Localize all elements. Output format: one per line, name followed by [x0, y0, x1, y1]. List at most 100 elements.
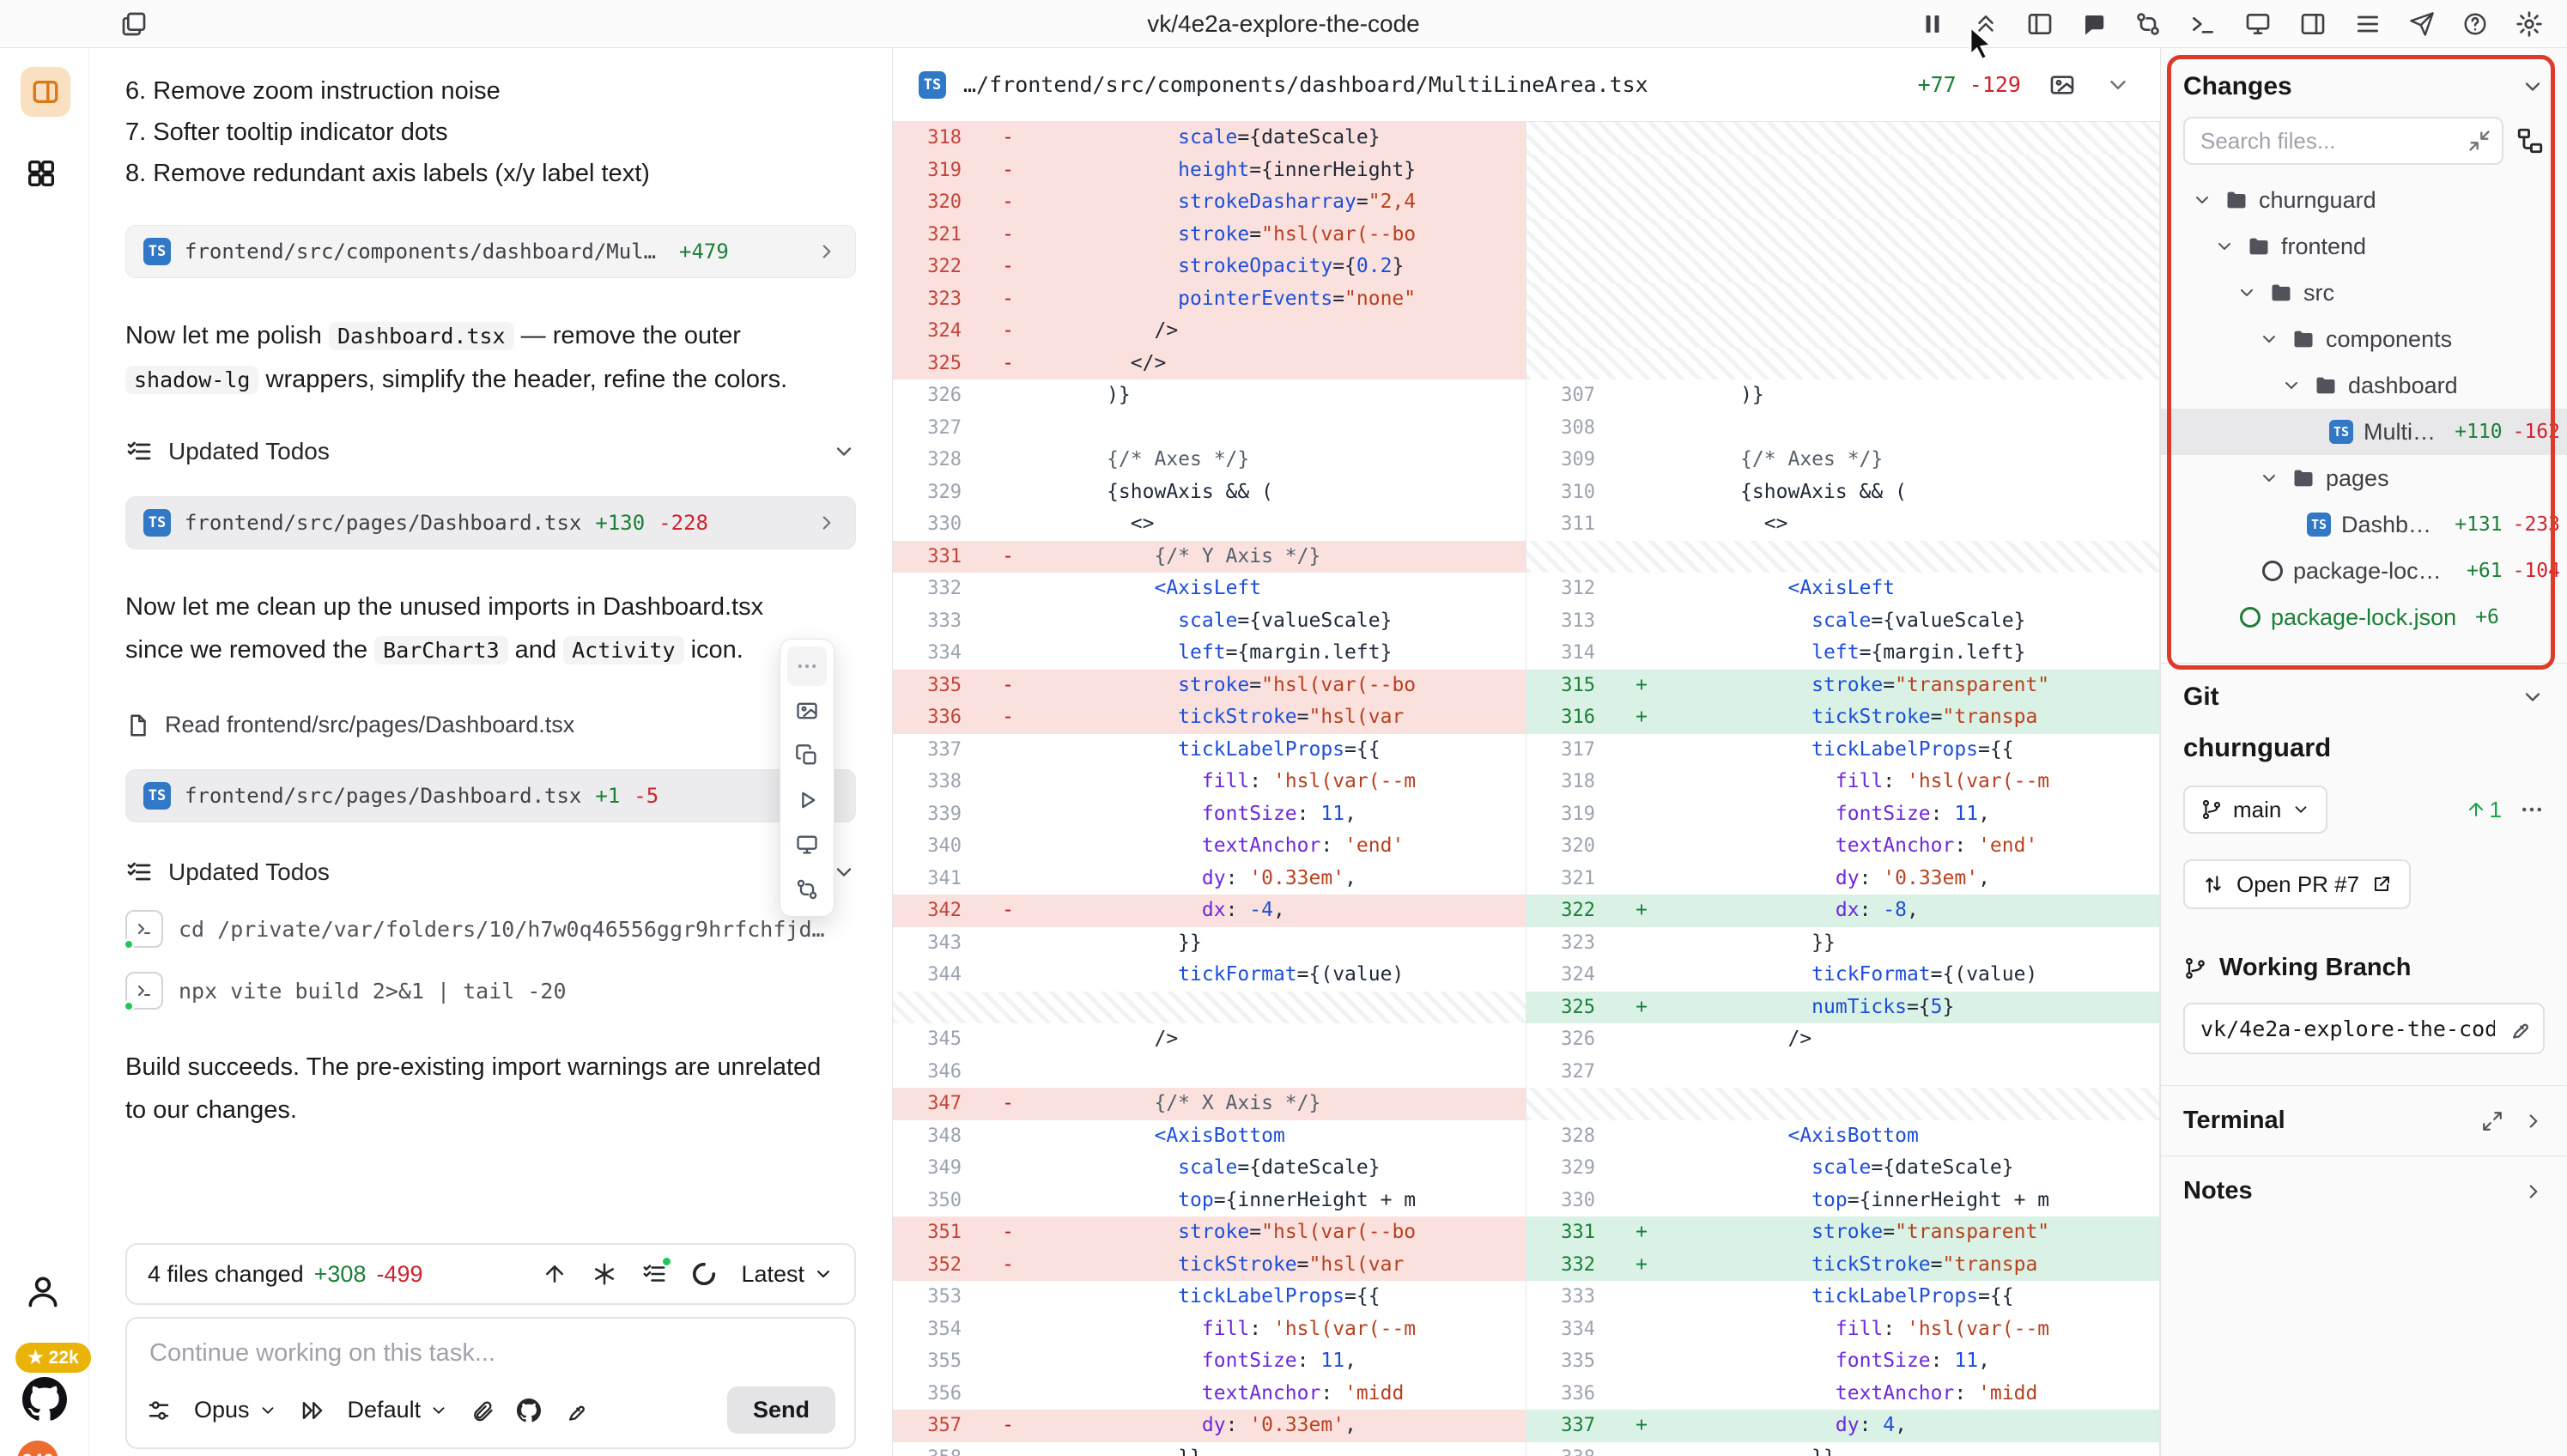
working-branch-label: Working Branch: [2219, 954, 2411, 982]
todos-status-icon[interactable]: [641, 1261, 667, 1287]
profile-icon[interactable]: [24, 1272, 62, 1310]
screenshot-icon[interactable]: [787, 691, 827, 731]
app-logo-icon[interactable]: [21, 67, 70, 117]
diff-additions: +77: [1918, 72, 1957, 97]
changes-section-header[interactable]: Changes: [2161, 48, 2567, 113]
expand-icon[interactable]: [2481, 1110, 2503, 1132]
tree-folder-churnguard[interactable]: churnguard: [2161, 177, 2567, 223]
monitor-icon[interactable]: [787, 825, 827, 864]
diff-line: 343 }}: [893, 927, 1526, 960]
updated-todos-row[interactable]: Updated Todos: [125, 438, 856, 465]
fast-forward-icon[interactable]: [300, 1398, 325, 1423]
panel-left-icon[interactable]: [2026, 10, 2054, 38]
chat-bubble-icon[interactable]: [2081, 11, 2107, 37]
tree-view-toggle-icon[interactable]: [2515, 126, 2545, 155]
files-changed-bar[interactable]: 4 files changed +308 -499 Latest: [125, 1243, 856, 1305]
more-options-icon[interactable]: [2519, 797, 2545, 822]
pen-icon[interactable]: [563, 1398, 587, 1423]
monitor-icon[interactable]: [2244, 10, 2272, 38]
sliders-icon[interactable]: [146, 1398, 172, 1423]
pause-icon[interactable]: [1920, 11, 1945, 37]
run-icon[interactable]: [787, 780, 827, 820]
diff-line: 345 />: [893, 1023, 1526, 1056]
git-section-header[interactable]: Git: [2161, 664, 2567, 724]
working-branch-input[interactable]: [2183, 1003, 2545, 1054]
panel-right-icon[interactable]: [2299, 10, 2327, 38]
tree-file-package-lock.json[interactable]: package-lock.json+6: [2161, 594, 2567, 640]
titlebar: vk/4e2a-explore-the-code: [0, 0, 2567, 48]
scroll-up-icon[interactable]: [542, 1261, 567, 1287]
share-icon[interactable]: [2409, 11, 2435, 37]
diff-line: [1526, 283, 2159, 316]
tree-folder-frontend[interactable]: frontend: [2161, 223, 2567, 270]
menu-icon[interactable]: [2354, 10, 2382, 38]
diff-line: 335 fontSize: 11,: [1526, 1345, 2159, 1378]
message-hover-toolbar: [780, 639, 834, 917]
read-file-row[interactable]: Read frontend/src/pages/Dashboard.tsx: [125, 712, 856, 738]
tree-file-package-lock.json[interactable]: package-lock.json+61-104: [2161, 548, 2567, 594]
tree-folder-components[interactable]: components: [2161, 316, 2567, 362]
settings-gear-icon[interactable]: [2515, 10, 2543, 38]
git-compare-icon[interactable]: [2134, 10, 2162, 38]
version-dropdown[interactable]: Latest: [741, 1261, 834, 1288]
notes-section-title: Notes: [2183, 1177, 2253, 1205]
send-button[interactable]: Send: [727, 1386, 835, 1434]
screenshot-icon[interactable]: [2048, 71, 2076, 99]
tree-folder-dashboard[interactable]: dashboard: [2161, 362, 2567, 409]
workspaces-grid-icon[interactable]: [24, 156, 58, 191]
tree-label: MultiLineArea.tsx: [2364, 419, 2436, 446]
github-icon[interactable]: [22, 1377, 67, 1422]
deletions-count: -162: [2513, 421, 2560, 443]
tree-file-MultiLineArea.tsx[interactable]: TSMultiLineArea.tsx+110-162: [2161, 409, 2567, 455]
search-files-input[interactable]: [2183, 117, 2503, 165]
list-item: 7. Softer tooltip indicator dots: [125, 112, 856, 153]
changes-title: Changes: [2183, 72, 2292, 101]
updated-todos-row[interactable]: Updated Todos: [125, 858, 856, 886]
diff-line: 330 <>: [893, 508, 1526, 541]
tree-folder-src[interactable]: src: [2161, 270, 2567, 316]
tree-label: package-lock.json: [2271, 604, 2456, 631]
file-diff-chip-multilinearea[interactable]: TS frontend/src/components/dashboard/Mul…: [125, 225, 856, 278]
diff-old-column: 318- scale={dateScale}319- height={inner…: [893, 122, 1526, 1456]
copy-icon[interactable]: [787, 736, 827, 775]
file-diff-chip-dashboard[interactable]: TS frontend/src/pages/Dashboard.tsx +130…: [125, 496, 856, 549]
collapse-tree-icon[interactable]: [2467, 129, 2491, 153]
chevron-down-icon: [2214, 236, 2236, 257]
terminal-icon[interactable]: [2189, 10, 2217, 38]
file-diff-chip-dashboard-2[interactable]: TS frontend/src/pages/Dashboard.tsx +1 -…: [125, 769, 856, 822]
diff-line: 355 fontSize: 11,: [893, 1345, 1526, 1378]
terminal-command-row[interactable]: npx vite build 2>&1 | tail -20: [125, 972, 856, 1010]
git-compare-icon[interactable]: [787, 870, 827, 909]
edit-pencil-icon[interactable]: [2507, 1016, 2531, 1040]
chevron-down-icon[interactable]: [2105, 72, 2131, 98]
files-changed-label: 4 files changed: [148, 1261, 304, 1288]
diff-line: 329 scale={dateScale}: [1526, 1152, 2159, 1185]
mouse-cursor: [1963, 24, 2000, 62]
terminal-section-header[interactable]: Terminal: [2161, 1085, 2567, 1156]
github-small-icon[interactable]: [517, 1398, 541, 1423]
tree-file-Dashboard.tsx[interactable]: TSDashboard.tsx+131-233: [2161, 501, 2567, 548]
chat-input[interactable]: [132, 1327, 849, 1380]
diff-line: 352- tickStroke="hsl(var: [893, 1249, 1526, 1282]
typescript-icon: TS: [2307, 513, 2331, 537]
terminal-command-row[interactable]: cd /private/var/folders/10/h7w0q46556ggr…: [125, 910, 856, 948]
diff-line: 333 scale={valueScale}: [893, 605, 1526, 638]
typescript-icon: TS: [2329, 420, 2353, 444]
total-deletions: -499: [376, 1261, 422, 1288]
sparkle-icon[interactable]: [592, 1261, 617, 1287]
attachment-icon[interactable]: [470, 1398, 495, 1423]
commits-ahead[interactable]: 1: [2466, 797, 2502, 823]
help-icon[interactable]: [2462, 11, 2488, 37]
frames-icon[interactable]: [120, 10, 148, 38]
tree-folder-pages[interactable]: pages: [2161, 455, 2567, 501]
folder-icon: [2224, 188, 2248, 212]
more-options-icon[interactable]: [787, 646, 827, 686]
tree-label: components: [2326, 326, 2452, 353]
notes-section-header[interactable]: Notes: [2161, 1156, 2567, 1226]
git-section: Git churnguard main 1: [2161, 663, 2567, 1054]
branch-selector[interactable]: main: [2183, 786, 2327, 834]
terminal-chip-icon: [125, 972, 163, 1010]
open-pr-button[interactable]: Open PR #7: [2183, 859, 2411, 909]
model-dropdown[interactable]: Opus: [194, 1397, 277, 1423]
mode-dropdown[interactable]: Default: [348, 1397, 449, 1423]
